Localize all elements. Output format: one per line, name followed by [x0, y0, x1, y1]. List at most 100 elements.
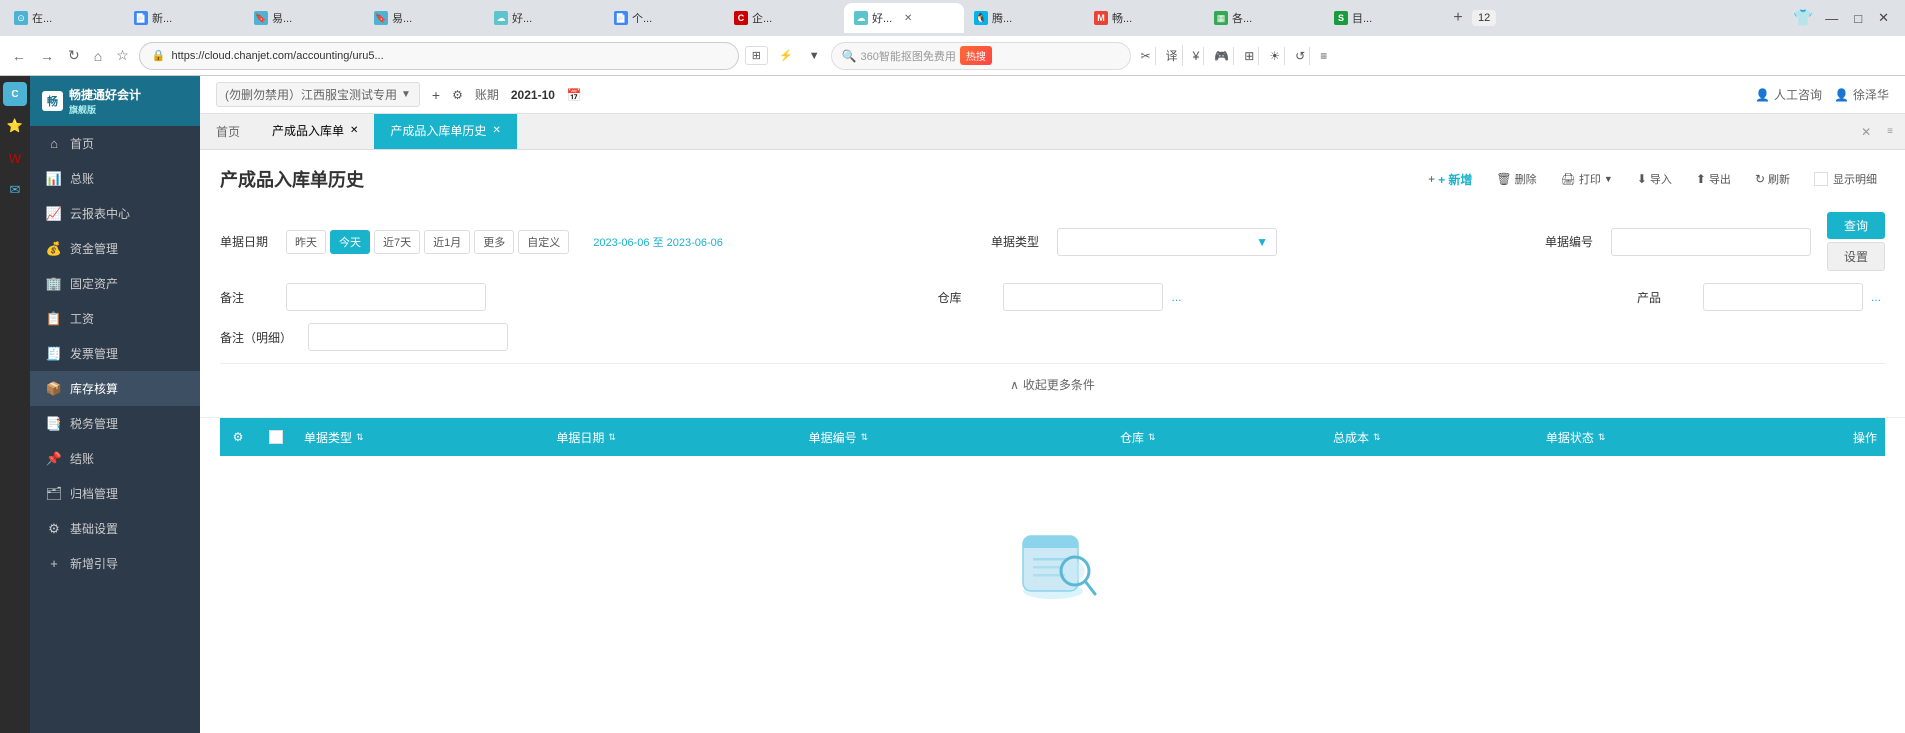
sidebar-item-cloud-report[interactable]: 📈 云报表中心 — [30, 196, 200, 231]
close-all-icon[interactable]: ✕ — [1861, 125, 1887, 139]
browser-tab-10[interactable]: M 畅... — [1084, 3, 1204, 33]
close-button[interactable]: ✕ — [1874, 10, 1893, 26]
company-selector[interactable]: (勿删勿禁用）江西服宝测试专用 ▼ — [216, 82, 420, 107]
remark-input[interactable] — [286, 283, 486, 311]
sidebar-item-inventory[interactable]: 📦 库存核算 — [30, 371, 200, 406]
minimize-button[interactable]: — — [1821, 11, 1842, 26]
th-doc-status[interactable]: 单据状态 ⇅ — [1538, 429, 1751, 446]
sidebar-item-fund[interactable]: 💰 资金管理 — [30, 231, 200, 266]
translate-icon[interactable]: 译 — [1162, 45, 1183, 66]
browser-tab-3[interactable]: 🔖 易... — [244, 3, 364, 33]
more-tabs-icon[interactable]: ≡ — [1887, 126, 1905, 137]
sidebar-item-archive[interactable]: 🗂 归档管理 — [30, 476, 200, 511]
date-btn-1month[interactable]: 近1月 — [424, 230, 470, 254]
date-btn-custom[interactable]: 自定义 — [518, 230, 569, 254]
export-button[interactable]: ⬆ 导出 — [1688, 167, 1739, 191]
date-btn-today[interactable]: 今天 — [330, 230, 370, 254]
browser-tab-4[interactable]: 🔖 易... — [364, 3, 484, 33]
th-doc-type[interactable]: 单据类型 ⇅ — [296, 429, 548, 446]
th-warehouse[interactable]: 仓库 ⇅ — [1112, 429, 1325, 446]
delete-button[interactable]: 🗑 删除 — [1488, 167, 1544, 191]
user-profile-button[interactable]: 👤 徐泽华 — [1834, 86, 1889, 103]
back-button[interactable]: ← — [8, 44, 30, 68]
table-select-all[interactable] — [256, 430, 296, 444]
select-all-checkbox[interactable] — [269, 430, 283, 444]
browser-tab-2[interactable]: 📄 新... — [124, 3, 244, 33]
scissors-icon[interactable]: ✂ — [1137, 47, 1156, 65]
current-tab-close[interactable]: ✕ — [492, 125, 500, 136]
doc-type-select[interactable]: ▼ — [1057, 228, 1277, 256]
brand-icon[interactable]: C — [3, 82, 27, 106]
sidebar-item-tax[interactable]: 📑 税务管理 — [30, 406, 200, 441]
refresh-button[interactable]: ↻ 刷新 — [1747, 167, 1798, 191]
undo-icon[interactable]: ↺ — [1291, 47, 1310, 65]
th-total-cost[interactable]: 总成本 ⇅ — [1325, 429, 1538, 446]
print-button[interactable]: 🖨 打印 ▼ — [1553, 167, 1621, 191]
yuan-icon[interactable]: ¥ — [1189, 47, 1205, 65]
browser-tab-6[interactable]: 📄 个... — [604, 3, 724, 33]
browser-tab-9[interactable]: 🐧 腾... — [964, 3, 1084, 33]
th-doc-number[interactable]: 单据编号 ⇅ — [801, 429, 1112, 446]
weibo-icon[interactable]: W — [3, 146, 27, 170]
browser-tab-8[interactable]: ☁ 好... ✕ — [844, 3, 964, 33]
browser-tab-7[interactable]: C 企... — [724, 3, 844, 33]
mail-icon[interactable]: ✉ — [3, 178, 27, 202]
browser-tab-5[interactable]: ☁ 好... — [484, 3, 604, 33]
query-button[interactable]: 查询 — [1827, 212, 1885, 239]
sidebar-item-fixed-assets[interactable]: 🏢 固定资产 — [30, 266, 200, 301]
search-area[interactable]: 🔍 360智能抠图免费用 热搜 — [831, 42, 1131, 70]
sidebar-item-general-ledger[interactable]: 📊 总账 — [30, 161, 200, 196]
browser-tab-12[interactable]: S 目... — [1324, 3, 1444, 33]
sidebar-item-invoice[interactable]: 🧾 发票管理 — [30, 336, 200, 371]
sun-icon[interactable]: ☀ — [1265, 47, 1285, 65]
th-doc-status-sort-icon: ⇅ — [1598, 432, 1606, 443]
warehouse-dots-button[interactable]: ... — [1167, 290, 1185, 304]
grid-icon[interactable]: ⊞ — [745, 46, 768, 65]
table-settings-icon[interactable]: ⚙ — [220, 430, 256, 444]
home-button[interactable]: ⌂ — [90, 44, 106, 68]
warehouse-input[interactable] — [1003, 283, 1163, 311]
sidebar-item-new[interactable]: + 新增引导 — [30, 546, 200, 581]
game-icon[interactable]: 🎮 — [1210, 47, 1234, 65]
settings-button[interactable]: 设置 — [1827, 242, 1885, 271]
maximize-button[interactable]: □ — [1850, 11, 1866, 26]
refresh-button[interactable]: ↻ — [64, 43, 84, 68]
add-company-button[interactable]: + — [432, 87, 440, 103]
doc-number-input[interactable] — [1611, 228, 1811, 256]
menu-icon[interactable]: ≡ — [1316, 47, 1331, 65]
bookmark-button[interactable]: ☆ — [112, 43, 133, 68]
calendar-icon[interactable]: 📅 — [567, 88, 582, 102]
sidebar-item-settlement[interactable]: 📌 结账 — [30, 441, 200, 476]
tab-close-8[interactable]: ✕ — [900, 10, 916, 26]
date-btn-7days[interactable]: 近7天 — [374, 230, 420, 254]
date-btn-yesterday[interactable]: 昨天 — [286, 230, 326, 254]
browser-tab-11[interactable]: ▦ 各... — [1204, 3, 1324, 33]
product-dots-button[interactable]: ... — [1867, 290, 1885, 304]
breadcrumb-home[interactable]: 首页 — [200, 115, 256, 148]
browser-tab-1[interactable]: ⊙ 在... — [4, 3, 124, 33]
lightning-icon[interactable]: ⚡ — [774, 47, 798, 64]
sidebar-item-home[interactable]: ⌂ 首页 — [30, 126, 200, 161]
collapse-button[interactable]: ∧ 收起更多条件 — [1002, 372, 1103, 397]
tab-parent-page[interactable]: 产成品入库单 ✕ — [256, 114, 374, 149]
company-settings-icon[interactable]: ⚙ — [452, 88, 463, 102]
expand-icon[interactable]: ▼ — [804, 48, 825, 64]
consult-button[interactable]: 👤 人工咨询 — [1755, 86, 1822, 103]
sidebar-item-settings[interactable]: ⚙ 基础设置 — [30, 511, 200, 546]
add-button[interactable]: + + 新增 — [1420, 167, 1480, 192]
new-tab-button[interactable]: + — [1444, 4, 1472, 32]
th-doc-date[interactable]: 单据日期 ⇅ — [548, 429, 800, 446]
date-btn-more[interactable]: 更多 — [474, 230, 514, 254]
product-input[interactable] — [1703, 283, 1863, 311]
tab-current-page[interactable]: 产成品入库单历史 ✕ — [374, 114, 516, 149]
parent-tab-close[interactable]: ✕ — [350, 125, 358, 136]
sidebar-item-payroll[interactable]: 📋 工资 — [30, 301, 200, 336]
url-input[interactable]: 🔒 https://cloud.chanjet.com/accounting/u… — [139, 42, 739, 70]
toggle-detail-button[interactable]: 显示明细 — [1806, 167, 1885, 191]
star-icon[interactable]: ⭐ — [3, 114, 27, 138]
doc-number-label: 单据编号 — [1545, 233, 1595, 250]
grid2-icon[interactable]: ⊞ — [1240, 47, 1259, 65]
import-button[interactable]: ⬇ 导入 — [1629, 167, 1680, 191]
remark-detail-input[interactable] — [308, 323, 508, 351]
forward-button[interactable]: → — [36, 44, 58, 68]
